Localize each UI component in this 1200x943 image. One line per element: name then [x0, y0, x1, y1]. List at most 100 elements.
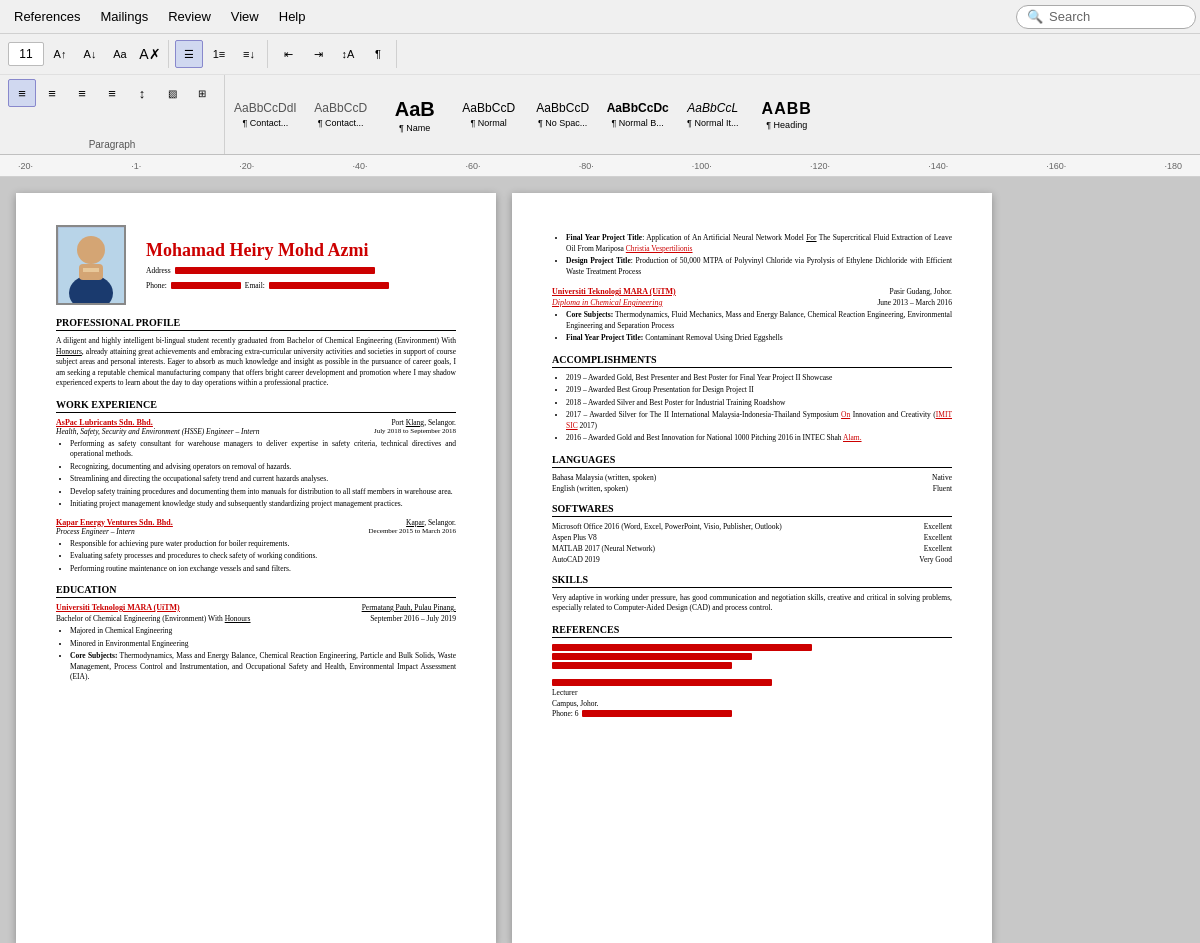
email-redacted — [269, 282, 389, 289]
uitm2-bullet-1: Core Subjects: Thermodynamics, Fluid Mec… — [566, 310, 952, 331]
style-preview-no-space: AaBbCcD — [536, 101, 589, 115]
edu-degree-row-1: Bachelor of Chemical Engineering (Enviro… — [56, 614, 456, 623]
search-label: Search — [1049, 9, 1090, 24]
line-spacing-btn[interactable]: ↕ — [128, 79, 156, 107]
show-hide-btn[interactable]: ¶ — [364, 40, 392, 68]
resume-name-block: Mohamad Heiry Mohd Azmi Address Phone: E… — [146, 240, 456, 291]
resume-header: Mohamad Heiry Mohd Azmi Address Phone: E… — [56, 225, 456, 305]
lang-2: English (written, spoken) — [552, 484, 628, 493]
shading-btn[interactable]: ▧ — [158, 79, 186, 107]
search-icon: 🔍 — [1027, 9, 1043, 24]
softwares-title: SOFTWARES — [552, 503, 952, 517]
change-case-btn[interactable]: Aa — [106, 40, 134, 68]
p2-edu-bullet-2: Design Project Title: Production of 50,0… — [566, 256, 952, 277]
uitm2-location: Pasir Gudang, Johor. — [890, 287, 953, 296]
style-contact1[interactable]: AaBbCcDdI ¶ Contact... — [229, 79, 302, 151]
style-no-space[interactable]: AaBbCcD ¶ No Spac... — [528, 79, 598, 151]
uitm2-bullets: Core Subjects: Thermodynamics, Fluid Mec… — [552, 310, 952, 344]
menu-review[interactable]: Review — [158, 5, 221, 28]
skills-text: Very adaptive in working under pressure,… — [552, 593, 952, 614]
sort-btn[interactable]: ↕A — [334, 40, 362, 68]
bullet-2-2: Evaluating safety processes and procedur… — [70, 551, 456, 562]
software-4: AutoCAD 2019 — [552, 555, 600, 564]
uitm2-degree-row: Diploma in Chemical Engineering June 201… — [552, 298, 952, 307]
bullet-1-3: Streamlining and directing the occupatio… — [70, 474, 456, 485]
numbered-list-btn[interactable]: 1≡ — [205, 40, 233, 68]
address-redacted — [175, 267, 375, 274]
work-role-row-2: Process Engineer – Intern December 2015 … — [56, 527, 456, 536]
svg-rect-4 — [83, 268, 99, 272]
style-label-name: ¶ Name — [399, 123, 430, 133]
work-role-row-1: Health, Safety, Security and Environment… — [56, 427, 456, 436]
align-left-btn[interactable]: ≡ — [8, 79, 36, 107]
style-normal-it[interactable]: AaBbCcL ¶ Normal It... — [678, 79, 748, 151]
software-row-4: AutoCAD 2019 Very Good — [552, 555, 952, 564]
menu-mailings[interactable]: Mailings — [90, 5, 158, 28]
edu-bullet-1-2: Minored in Environmental Engineering — [70, 639, 456, 650]
email-label: Email: — [245, 281, 265, 290]
ref-block-2: Lecturer Campus, Johor. Phone: 6 — [552, 679, 952, 719]
align-center-btn[interactable]: ≡ — [38, 79, 66, 107]
menu-help[interactable]: Help — [269, 5, 316, 28]
software-level-4: Very Good — [919, 555, 952, 564]
style-normal-b[interactable]: AaBbCcDc ¶ Normal B... — [602, 79, 674, 151]
ribbon-row1: A↑ A↓ Aa A✗ ☰ 1≡ ≡↓ ⇤ ⇥ ↕A — [0, 34, 1200, 74]
ribbon: A↑ A↓ Aa A✗ ☰ 1≡ ≡↓ ⇤ ⇥ ↕A — [0, 34, 1200, 155]
ref2-name-redacted — [552, 679, 772, 686]
bullet-2-1: Responsible for achieving pure water pro… — [70, 539, 456, 550]
acc-3: 2018 – Awarded Silver and Best Poster fo… — [566, 398, 952, 409]
lang-level-2: Fluent — [933, 484, 952, 493]
edu-school-1: Universiti Teknologi MARA (UiTM) — [56, 603, 180, 612]
acc-5: 2016 – Awarded Gold and Best Innovation … — [566, 433, 952, 444]
software-row-1: Microsoft Office 2016 (Word, Excel, Powe… — [552, 522, 952, 531]
software-level-3: Excellent — [924, 544, 952, 553]
style-label-heading: ¶ Heading — [766, 120, 807, 130]
align-right-btn[interactable]: ≡ — [68, 79, 96, 107]
menu-references[interactable]: References — [4, 5, 90, 28]
multilevel-list-btn[interactable]: ≡↓ — [235, 40, 263, 68]
menu-view[interactable]: View — [221, 5, 269, 28]
phone-label: Phone: — [146, 281, 167, 290]
ref-block-1 — [552, 644, 952, 669]
style-preview-heading: AABB — [762, 99, 812, 118]
acc-4: 2017 – Awarded Silver for The II Interna… — [566, 410, 952, 431]
ref2-phone-row: Phone: 6 — [552, 708, 952, 719]
indent-group: ⇤ ⇥ ↕A ¶ — [270, 40, 397, 68]
edu-location-1: Permatang Pauh, Pulau Pinang. — [362, 603, 456, 612]
bullet-2-3: Performing routine maintenance on ion ex… — [70, 564, 456, 575]
style-contact2[interactable]: AaBbCcD ¶ Contact... — [306, 79, 376, 151]
increase-indent-btn[interactable]: ⇥ — [304, 40, 332, 68]
font-size-input[interactable] — [8, 42, 44, 66]
style-heading[interactable]: AABB ¶ Heading — [752, 79, 822, 151]
uitm2-row: Universiti Teknologi MARA (UiTM) Pasir G… — [552, 287, 952, 296]
software-level-1: Excellent — [924, 522, 952, 531]
uitm2-school: Universiti Teknologi MARA (UiTM) — [552, 287, 676, 296]
decrease-indent-btn[interactable]: ⇤ — [274, 40, 302, 68]
style-preview-contact2: AaBbCcD — [314, 101, 367, 115]
bullet-list-btn[interactable]: ☰ — [175, 40, 203, 68]
font-grow-btn[interactable]: A↑ — [46, 40, 74, 68]
font-shrink-btn[interactable]: A↓ — [76, 40, 104, 68]
style-preview-contact1: AaBbCcDdI — [234, 101, 297, 115]
dates-1: July 2018 to September 2018 — [374, 427, 456, 436]
resume-photo — [56, 225, 126, 305]
borders-btn[interactable]: ⊞ — [188, 79, 216, 107]
search-box[interactable]: 🔍 Search — [1016, 5, 1196, 29]
p2-edu-bullets: Final Year Project Title: Application of… — [552, 233, 952, 277]
company-2: Kapar Energy Ventures Sdn. Bhd. — [56, 518, 173, 527]
edu-bullets-1: Majored in Chemical Engineering Minored … — [56, 626, 456, 683]
ruler: ·20··1··20··40··60··80··100··120··140··1… — [0, 155, 1200, 177]
alignment-section: ≡ ≡ ≡ ≡ ↕ ▧ ⊞ Paragraph — [0, 75, 225, 154]
skills-title: SKILLS — [552, 574, 952, 588]
lang-level-1: Native — [932, 473, 952, 482]
accomplishments-list: 2019 – Awarded Gold, Best Presenter and … — [552, 373, 952, 444]
style-label-normal-b: ¶ Normal B... — [612, 118, 664, 128]
phone-redacted — [171, 282, 241, 289]
justify-btn[interactable]: ≡ — [98, 79, 126, 107]
style-normal[interactable]: AaBbCcD ¶ Normal — [454, 79, 524, 151]
clear-format-btn[interactable]: A✗ — [136, 40, 164, 68]
location-2: Kapar, Selangor. — [406, 518, 456, 527]
ref1-title — [552, 653, 952, 660]
uitm2-dates: June 2013 – March 2016 — [877, 298, 952, 307]
style-name[interactable]: AaB ¶ Name — [380, 79, 450, 151]
